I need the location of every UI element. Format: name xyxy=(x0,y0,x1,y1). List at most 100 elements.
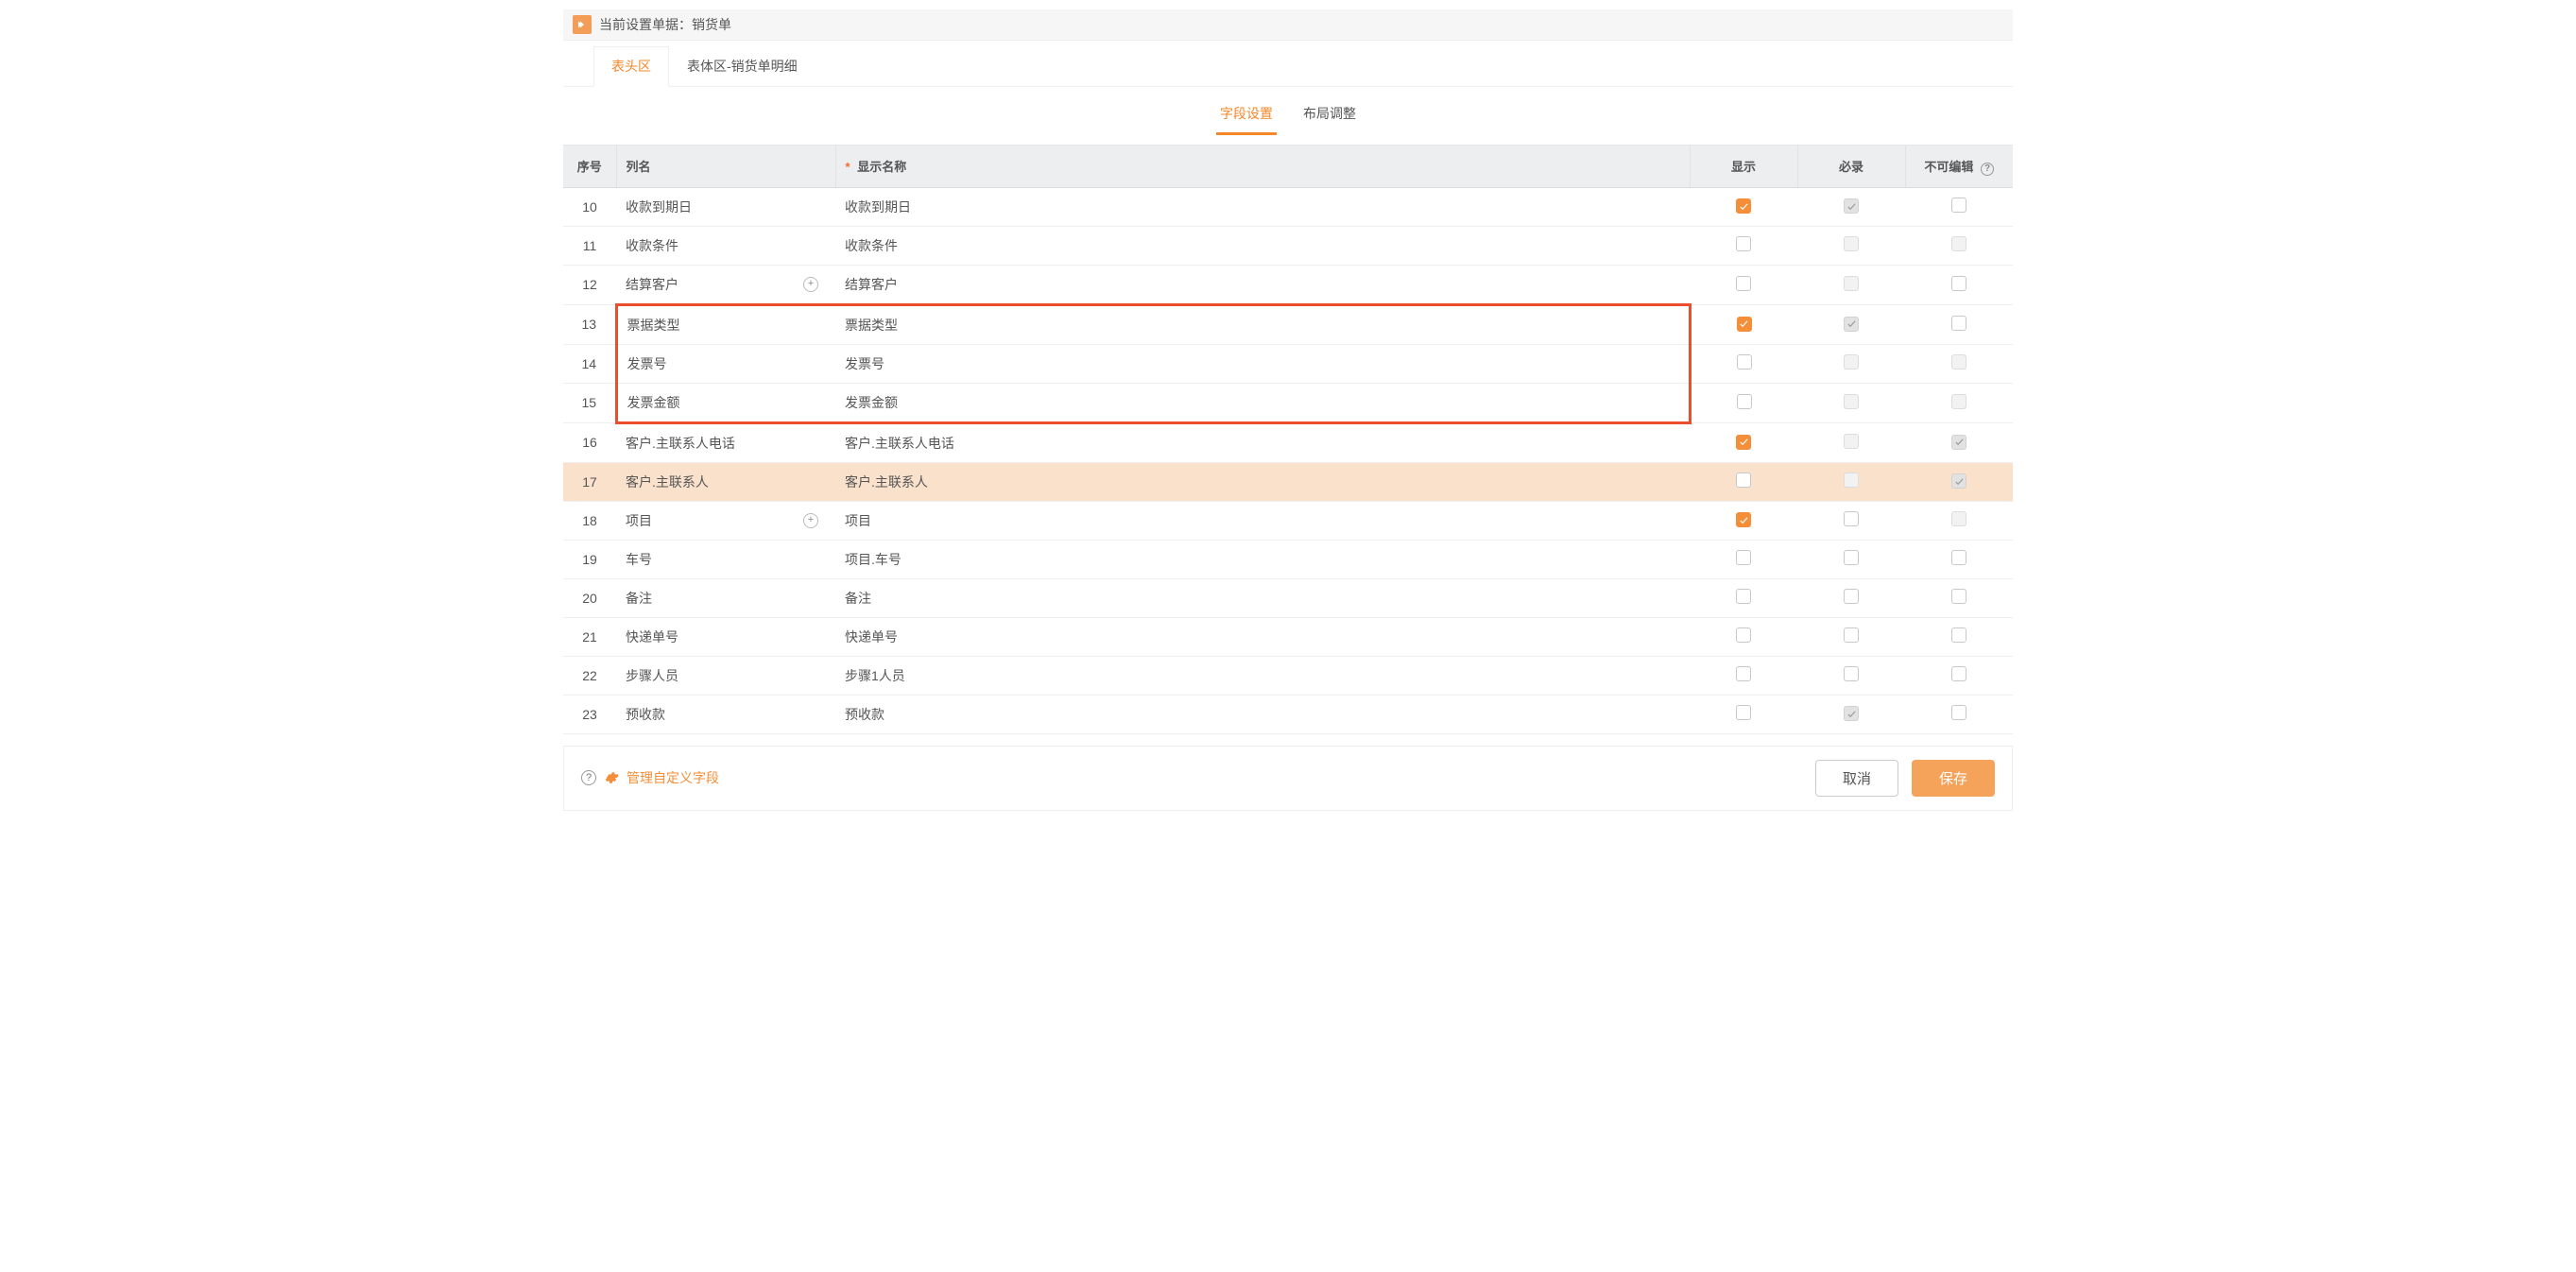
show-cell xyxy=(1690,304,1797,344)
noedit-checkbox[interactable] xyxy=(1951,666,1966,681)
noedit-checkbox[interactable] xyxy=(1951,276,1966,291)
table-header: 序号 列名 * 显示名称 显示 必录 不可编辑 ? xyxy=(563,146,2013,187)
noedit-cell xyxy=(1905,578,2013,617)
show-checkbox[interactable] xyxy=(1736,435,1751,450)
seq-cell: 17 xyxy=(563,462,616,501)
table-row[interactable]: 11收款条件收款条件 xyxy=(563,226,2013,265)
display-name-cell[interactable]: 步骤1人员 xyxy=(835,656,1690,695)
column-name-label: 项目 xyxy=(626,511,652,530)
required-cell xyxy=(1797,344,1905,383)
subtab-field-settings[interactable]: 字段设置 xyxy=(1216,96,1277,135)
plus-circle-icon[interactable]: + xyxy=(803,513,818,528)
noedit-cell xyxy=(1905,304,2013,344)
display-name-cell[interactable]: 客户.主联系人 xyxy=(835,462,1690,501)
show-checkbox[interactable] xyxy=(1736,627,1751,643)
show-checkbox[interactable] xyxy=(1736,550,1751,565)
display-name-cell[interactable]: 收款条件 xyxy=(835,226,1690,265)
noedit-cell xyxy=(1905,226,2013,265)
table-row[interactable]: 19车号项目.车号 xyxy=(563,540,2013,578)
tabs: 表头区 表体区-销货单明细 xyxy=(563,46,2013,87)
noedit-cell xyxy=(1905,501,2013,540)
display-name-cell[interactable]: 发票金额 xyxy=(835,383,1690,422)
help-icon[interactable]: ? xyxy=(1981,163,1994,176)
show-checkbox[interactable] xyxy=(1737,394,1752,409)
show-cell xyxy=(1690,501,1797,540)
table-row[interactable]: 21快递单号快递单号 xyxy=(563,617,2013,656)
save-button[interactable]: 保存 xyxy=(1912,760,1995,797)
show-cell xyxy=(1690,656,1797,695)
manage-custom-fields-link[interactable]: 管理自定义字段 xyxy=(627,768,719,787)
noedit-checkbox[interactable] xyxy=(1951,550,1966,565)
display-name-cell[interactable]: 项目.车号 xyxy=(835,540,1690,578)
name-cell: 车号 xyxy=(616,540,835,578)
noedit-checkbox[interactable] xyxy=(1951,198,1966,213)
tab-body-area[interactable]: 表体区-销货单明细 xyxy=(669,46,816,86)
show-cell xyxy=(1690,617,1797,656)
tab-header-area[interactable]: 表头区 xyxy=(593,46,669,87)
required-checkbox[interactable] xyxy=(1844,589,1859,604)
seq-cell: 10 xyxy=(563,187,616,226)
col-noedit-header: 不可编辑 ? xyxy=(1905,146,2013,187)
noedit-cell xyxy=(1905,383,2013,422)
column-name-label: 快递单号 xyxy=(626,627,678,646)
show-checkbox[interactable] xyxy=(1736,276,1751,291)
show-cell xyxy=(1690,578,1797,617)
noedit-checkbox[interactable] xyxy=(1951,627,1966,643)
show-checkbox[interactable] xyxy=(1736,666,1751,681)
show-checkbox[interactable] xyxy=(1736,236,1751,251)
table-row[interactable]: 13票据类型票据类型 xyxy=(563,304,2013,344)
table-row[interactable]: 20 备注 备注 xyxy=(563,578,2013,617)
noedit-checkbox[interactable] xyxy=(1951,589,1966,604)
noedit-checkbox[interactable] xyxy=(1951,705,1966,720)
name-cell: 票据类型 xyxy=(616,304,835,344)
table-row[interactable]: 15发票金额发票金额 xyxy=(563,383,2013,422)
noedit-checkbox[interactable] xyxy=(1951,316,1966,331)
required-cell xyxy=(1797,540,1905,578)
show-cell xyxy=(1690,422,1797,462)
seq-cell: 13 xyxy=(563,304,616,344)
display-name-cell[interactable]: 备注 xyxy=(835,578,1690,617)
subtab-layout-adjust[interactable]: 布局调整 xyxy=(1299,96,1360,135)
display-name-cell[interactable]: 项目 xyxy=(835,501,1690,540)
display-name-cell[interactable]: 票据类型 xyxy=(835,304,1690,344)
required-checkbox xyxy=(1844,236,1859,251)
display-name-cell[interactable]: 结算客户 xyxy=(835,265,1690,304)
header-bar: 当前设置单据： 销货单 xyxy=(563,9,2013,41)
table-row[interactable]: 10收款到期日收款到期日 xyxy=(563,187,2013,226)
required-checkbox[interactable] xyxy=(1844,511,1859,526)
show-checkbox[interactable] xyxy=(1736,589,1751,604)
table-row[interactable]: 14发票号发票号 xyxy=(563,344,2013,383)
required-asterisk-icon: * xyxy=(846,160,850,174)
table-row[interactable]: 17客户.主联系人客户.主联系人 xyxy=(563,462,2013,501)
noedit-checkbox xyxy=(1951,435,1966,450)
show-checkbox[interactable] xyxy=(1737,317,1752,332)
table-row[interactable]: 23预收款预收款 xyxy=(563,695,2013,733)
show-checkbox[interactable] xyxy=(1736,473,1751,488)
show-checkbox[interactable] xyxy=(1736,512,1751,527)
display-name-cell[interactable]: 快递单号 xyxy=(835,617,1690,656)
required-checkbox[interactable] xyxy=(1844,627,1859,643)
cancel-button[interactable]: 取消 xyxy=(1815,760,1898,797)
required-checkbox xyxy=(1844,706,1859,721)
display-name-cell[interactable]: 客户.主联系人电话 xyxy=(835,422,1690,462)
show-checkbox[interactable] xyxy=(1736,705,1751,720)
required-checkbox[interactable] xyxy=(1844,666,1859,681)
table-row[interactable]: 12结算客户+结算客户 xyxy=(563,265,2013,304)
show-checkbox[interactable] xyxy=(1736,198,1751,214)
seq-cell: 20 xyxy=(563,578,616,617)
table-row[interactable]: 22步骤人员步骤1人员 xyxy=(563,656,2013,695)
name-cell: 预收款 xyxy=(616,695,835,733)
show-checkbox[interactable] xyxy=(1737,354,1752,370)
question-icon[interactable]: ? xyxy=(581,770,596,785)
collapse-icon[interactable] xyxy=(573,15,592,34)
column-name-label: 备注 xyxy=(626,589,652,608)
table-row[interactable]: 18项目+项目 xyxy=(563,501,2013,540)
plus-circle-icon[interactable]: + xyxy=(803,277,818,292)
seq-cell: 15 xyxy=(563,383,616,422)
show-cell xyxy=(1690,187,1797,226)
display-name-cell[interactable]: 发票号 xyxy=(835,344,1690,383)
display-name-cell[interactable]: 收款到期日 xyxy=(835,187,1690,226)
table-row[interactable]: 16客户.主联系人电话客户.主联系人电话 xyxy=(563,422,2013,462)
display-name-cell[interactable]: 预收款 xyxy=(835,695,1690,733)
required-checkbox[interactable] xyxy=(1844,550,1859,565)
